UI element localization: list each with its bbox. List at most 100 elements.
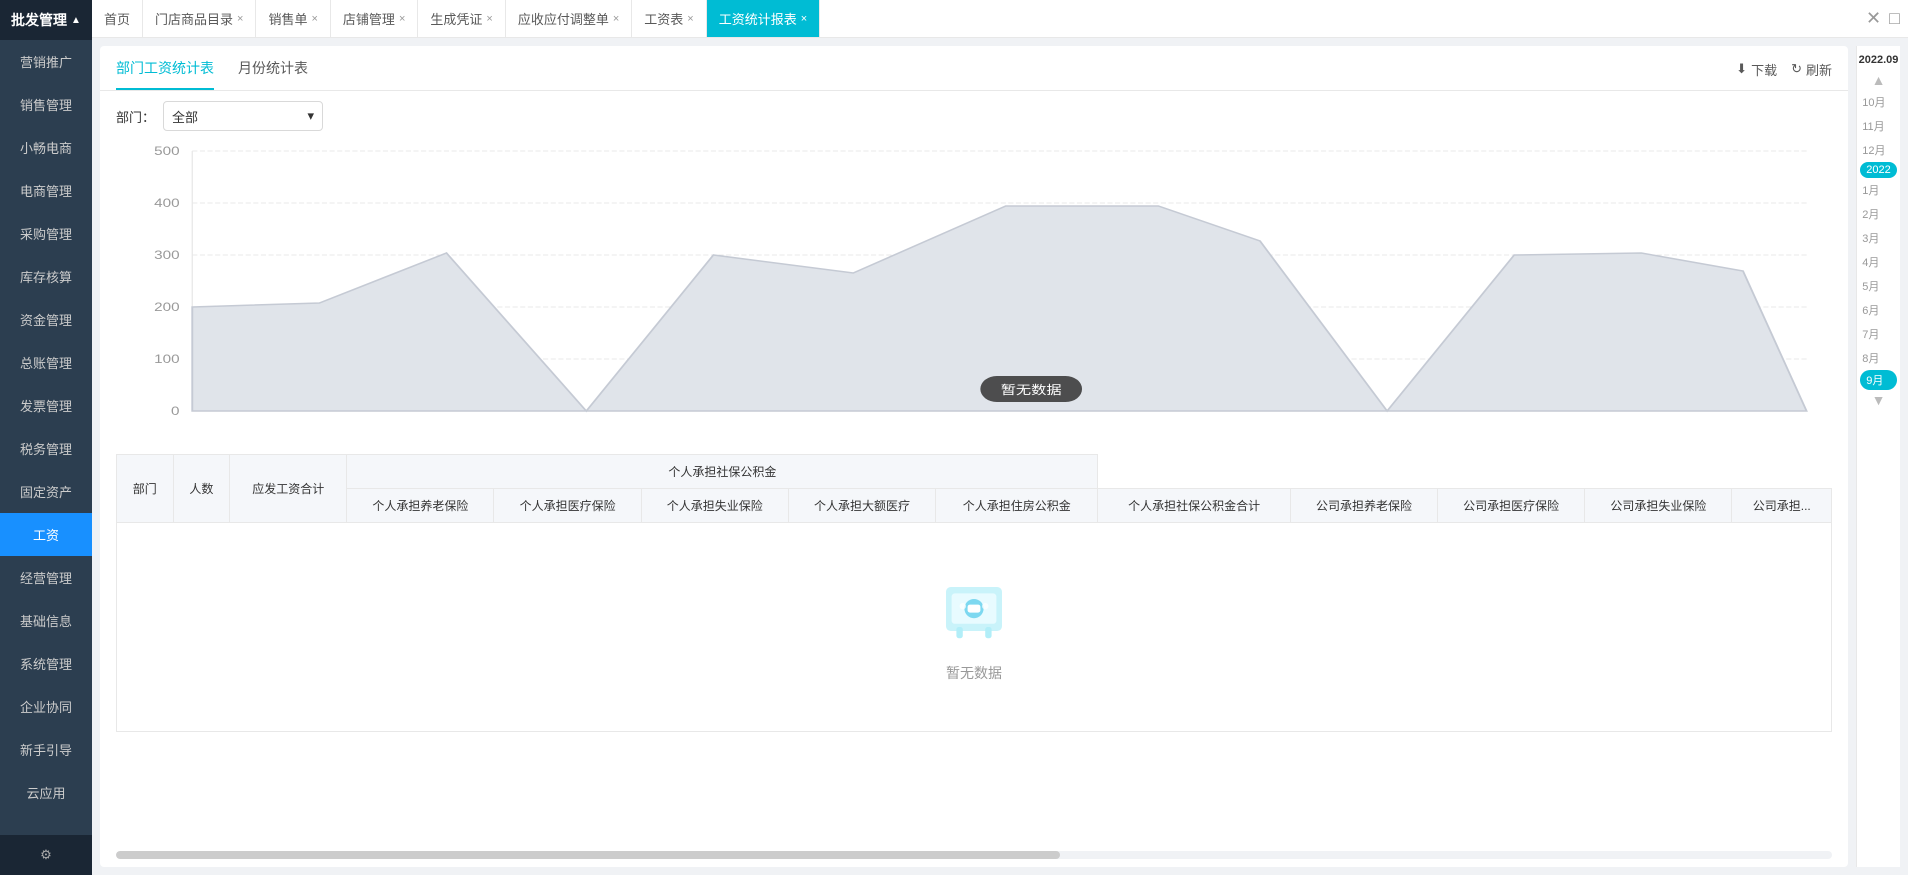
timeline-down-arrow[interactable]: ▼ <box>1870 390 1888 410</box>
tab-工资统计报表[interactable]: 工资统计报表 × <box>707 0 820 37</box>
tab-应收应付调整单[interactable]: 应收应付调整单 × <box>506 0 632 37</box>
tab-label: 工资统计报表 <box>719 9 797 28</box>
sidebar-item-营销推广[interactable]: 营销推广 <box>0 40 92 83</box>
dept-label: 部门： <box>116 107 155 126</box>
page: 部门工资统计表 月份统计表 ⬇ 下载 ↻ 刷新 部门： 全部 <box>100 46 1848 867</box>
timeline-year-label[interactable]: 2022.09 <box>1857 50 1900 70</box>
sidebar-item-小畅电商[interactable]: 小畅电商 <box>0 126 92 169</box>
tab-工资表[interactable]: 工资表× <box>632 0 706 37</box>
tab-bar-end: ✕ □ <box>1858 8 1908 29</box>
sidebar-item-销售管理[interactable]: 销售管理 <box>0 83 92 126</box>
tab-首页[interactable]: 首页 <box>92 0 143 37</box>
empty-text: 暂无数据 <box>946 663 1002 683</box>
refresh-button[interactable]: ↻ 刷新 <box>1791 60 1832 79</box>
sub-tab-month[interactable]: 月份统计表 <box>238 58 308 90</box>
tab-生成凭证[interactable]: 生成凭证 × <box>418 0 505 37</box>
sidebar-item-云应用[interactable]: 云应用 <box>0 771 92 814</box>
tab-店铺管理[interactable]: 店铺管理 × <box>331 0 418 37</box>
th-sub-个人承担失业保险: 个人承担失业保险 <box>641 489 788 523</box>
timeline-month-6月[interactable]: 6月 <box>1860 298 1896 322</box>
dept-value: 全部 <box>172 107 198 126</box>
sidebar-item-企业协同[interactable]: 企业协同 <box>0 685 92 728</box>
th-dept: 部门 <box>117 455 174 523</box>
sidebar-item-电商管理[interactable]: 电商管理 <box>0 169 92 212</box>
sub-tab-dept[interactable]: 部门工资统计表 <box>116 58 214 90</box>
svg-text:400: 400 <box>154 197 180 210</box>
sidebar-item-新手引导[interactable]: 新手引导 <box>0 728 92 771</box>
tab-label: 销售单 <box>268 9 307 28</box>
content-area: 部门工资统计表 月份统计表 ⬇ 下载 ↻ 刷新 部门： 全部 <box>92 38 1908 875</box>
timeline-month-11月[interactable]: 11月 <box>1860 114 1896 138</box>
tab-close-icon[interactable]: × <box>237 13 243 25</box>
timeline-month-1月[interactable]: 1月 <box>1860 178 1896 202</box>
settings-icon: ⚙ <box>40 847 52 862</box>
download-icon: ⬇ <box>1736 61 1747 77</box>
tab-门店商品目录[interactable]: 门店商品目录 × <box>143 0 256 37</box>
tab-close-icon[interactable]: × <box>311 13 317 25</box>
th-sub-公司承担失业保险: 公司承担失业保险 <box>1585 489 1732 523</box>
toolbar: 部门： 全部 ▾ <box>100 91 1848 141</box>
sidebar-item-发票管理[interactable]: 发票管理 <box>0 384 92 427</box>
svg-text:200: 200 <box>154 301 180 314</box>
table-area[interactable]: 部门 人数 应发工资合计 个人承担社保公积金 个人承担养老保险个人承担医疗保险个… <box>116 454 1832 851</box>
svg-text:500: 500 <box>154 145 180 158</box>
sub-tabs: 部门工资统计表 月份统计表 ⬇ 下载 ↻ 刷新 <box>100 46 1848 91</box>
dept-select[interactable]: 全部 ▾ <box>163 101 323 131</box>
tab-label: 应收应付调整单 <box>518 9 609 28</box>
timeline-up-arrow[interactable]: ▲ <box>1870 70 1888 90</box>
sidebar-item-资金管理[interactable]: 资金管理 <box>0 298 92 341</box>
tab-close-icon[interactable]: × <box>801 13 807 25</box>
sidebar-item-工资[interactable]: 工资 <box>0 513 92 556</box>
timeline-month-4月[interactable]: 4月 <box>1860 250 1896 274</box>
sidebar-item-经营管理[interactable]: 经营管理 <box>0 556 92 599</box>
tab-close-icon[interactable]: × <box>687 13 693 25</box>
horizontal-scrollbar[interactable] <box>116 851 1832 859</box>
sidebar-top-menu[interactable]: 批发管理 ▲ <box>0 0 92 40</box>
sidebar-settings[interactable]: ⚙ <box>0 835 92 875</box>
svg-text:0: 0 <box>171 405 180 418</box>
data-table: 部门 人数 应发工资合计 个人承担社保公积金 个人承担养老保险个人承担医疗保险个… <box>116 454 1832 732</box>
sidebar-expand-icon: ▲ <box>71 15 81 26</box>
download-button[interactable]: ⬇ 下载 <box>1736 60 1777 79</box>
timeline-month-7月[interactable]: 7月 <box>1860 322 1896 346</box>
refresh-icon: ↻ <box>1791 61 1802 77</box>
th-sub-公司承担医疗保险: 公司承担医疗保险 <box>1438 489 1585 523</box>
timeline-month-12月[interactable]: 12月 <box>1860 138 1896 162</box>
tab-close-icon[interactable]: × <box>399 13 405 25</box>
timeline-month-3月[interactable]: 3月 <box>1860 226 1896 250</box>
timeline-month-2022[interactable]: 2022 <box>1860 162 1896 178</box>
main-area: 首页门店商品目录×销售单×店铺管理×生成凭证×应收应付调整单×工资表×工资统计报… <box>92 0 1908 875</box>
sidebar-item-税务管理[interactable]: 税务管理 <box>0 427 92 470</box>
sidebar-item-采购管理[interactable]: 采购管理 <box>0 212 92 255</box>
sidebar-item-基础信息[interactable]: 基础信息 <box>0 599 92 642</box>
tab-restore-icon[interactable]: □ <box>1889 8 1900 29</box>
timeline-month-2月[interactable]: 2月 <box>1860 202 1896 226</box>
tab-销售单[interactable]: 销售单 × <box>256 0 330 37</box>
th-sub-个人承担养老保险: 个人承担养老保险 <box>347 489 494 523</box>
table-empty-cell: 暂无数据 <box>117 523 1832 732</box>
timeline-month-9月[interactable]: 9月 <box>1860 370 1896 390</box>
timeline-month-10月[interactable]: 10月 <box>1860 90 1896 114</box>
sidebar-item-库存核算[interactable]: 库存核算 <box>0 255 92 298</box>
sidebar-top-label: 批发管理 <box>11 10 67 30</box>
sidebar-item-总账管理[interactable]: 总账管理 <box>0 341 92 384</box>
timeline-month-5月[interactable]: 5月 <box>1860 274 1896 298</box>
th-sub-个人承担社保公积金合计: 个人承担社保公积金合计 <box>1098 489 1291 523</box>
chart-svg: 0 100 200 300 400 500 暂无数据 <box>116 141 1832 441</box>
tab-close-icon[interactable]: × <box>613 13 619 25</box>
empty-state: 暂无数据 <box>127 531 1821 723</box>
tab-label: 门店商品目录 <box>155 9 233 28</box>
tab-close-icon[interactable]: ✕ <box>1866 8 1881 29</box>
refresh-label: 刷新 <box>1806 60 1832 79</box>
sidebar-item-固定资产[interactable]: 固定资产 <box>0 470 92 513</box>
th-count: 人数 <box>173 455 230 523</box>
timeline-month-8月[interactable]: 8月 <box>1860 346 1896 370</box>
tab-label: 生成凭证 <box>430 9 482 28</box>
sidebar-item-系统管理[interactable]: 系统管理 <box>0 642 92 685</box>
svg-text:100: 100 <box>154 353 180 366</box>
timeline: 2022.09 ▲ 10月11月12月20221月2月3月4月5月6月7月8月9… <box>1856 46 1900 867</box>
chevron-down-icon: ▾ <box>307 108 314 124</box>
tab-label: 店铺管理 <box>343 9 395 28</box>
th-sub-公司承担...: 公司承担... <box>1732 489 1832 523</box>
tab-close-icon[interactable]: × <box>486 13 492 25</box>
